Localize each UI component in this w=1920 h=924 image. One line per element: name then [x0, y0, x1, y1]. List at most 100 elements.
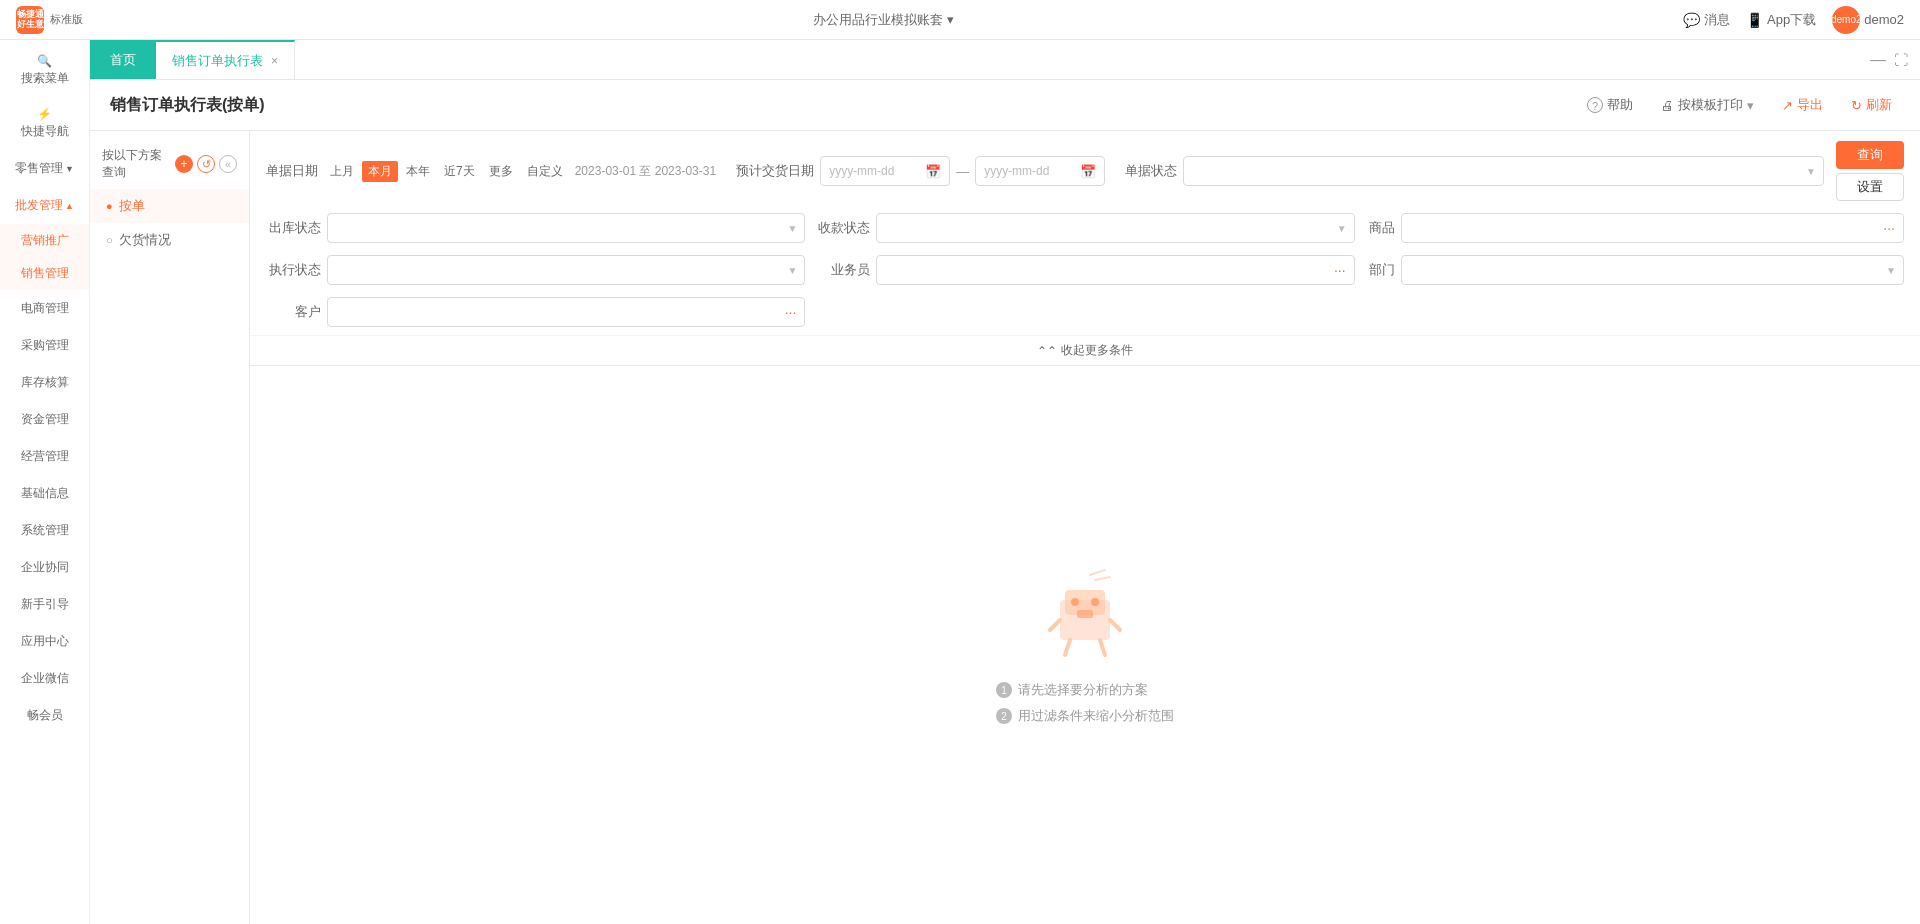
execution-status-select[interactable]: [327, 255, 805, 285]
expected-date-end[interactable]: yyyy-mm-dd 📅: [975, 156, 1105, 186]
date-tab-thismonth[interactable]: 本月: [362, 161, 398, 182]
delivery-status-block: 出库状态 ▼: [266, 213, 805, 243]
sidebar-item-operations[interactable]: 经营管理: [0, 438, 89, 475]
salesperson-label: 业务员: [815, 261, 870, 279]
minimize-btn[interactable]: —: [1870, 51, 1886, 69]
date-tab-lastmonth[interactable]: 上月: [324, 161, 360, 182]
logo-area: 畅捷通好生意 标准版: [16, 6, 83, 34]
page-wrapper: 销售订单执行表(按单) ? 帮助 🖨 按模板打印 ▾ ↗: [90, 80, 1920, 924]
query-btn-group: 查询 设置: [1836, 141, 1904, 201]
sidebar-item-ecommerce[interactable]: 电商管理: [0, 290, 89, 327]
tab-close-icon[interactable]: ×: [271, 54, 278, 68]
sidebar-item-inventory[interactable]: 库存核算: [0, 364, 89, 401]
app-download-btn[interactable]: 📱 App下载: [1746, 11, 1816, 29]
filter-row-4: 客户 ···: [250, 291, 1920, 335]
schema-add-btn[interactable]: +: [175, 155, 193, 173]
message-icon: 💬: [1683, 12, 1700, 28]
calendar-end-icon: 📅: [1080, 164, 1096, 179]
execution-status-label: 执行状态: [266, 261, 321, 279]
sidebar-item-search[interactable]: 🔍 搜索菜单: [0, 44, 89, 97]
svg-point-3: [1091, 598, 1099, 606]
empty-tip-2: 2 用过滤条件来缩小分析范围: [996, 707, 1174, 725]
schema-item-icon: ●: [106, 200, 113, 212]
svg-point-2: [1071, 598, 1079, 606]
date-tab-thisyear[interactable]: 本年: [400, 161, 436, 182]
sidebar-item-basic-info[interactable]: 基础信息: [0, 475, 89, 512]
salesperson-picker-btn[interactable]: ···: [1334, 262, 1346, 278]
page-header: 销售订单执行表(按单) ? 帮助 🖨 按模板打印 ▾ ↗: [90, 80, 1920, 131]
page-actions: ? 帮助 🖨 按模板打印 ▾ ↗ 导出 ↻: [1579, 92, 1900, 118]
sidebar-item-purchase[interactable]: 采购管理: [0, 327, 89, 364]
filter-row-3: 执行状态 ▼ 业务员: [250, 249, 1920, 291]
date-tab-custom[interactable]: 自定义: [521, 161, 569, 182]
content-split: 按以下方案查询 + ↺ « ● 按单 ○: [90, 131, 1920, 924]
sidebar-item-wholesale[interactable]: 批发管理 ▲: [0, 187, 89, 224]
filter-section: 单据日期 上月 本月 本年 近7天 更多 自定义: [250, 131, 1920, 366]
collapse-icon: ⌃⌃: [1037, 344, 1057, 358]
refresh-btn[interactable]: ↻ 刷新: [1843, 92, 1900, 118]
print-btn[interactable]: 🖨 按模板打印 ▾: [1653, 92, 1762, 118]
export-btn[interactable]: ↗ 导出: [1774, 92, 1831, 118]
filter-date-block: 单据日期 上月 本月 本年 近7天 更多 自定义: [266, 161, 716, 182]
execution-status-block: 执行状态 ▼: [266, 255, 805, 285]
message-btn[interactable]: 💬 消息: [1683, 11, 1730, 29]
sidebar-item-enterprise[interactable]: 企业协同: [0, 549, 89, 586]
schema-reset-btn[interactable]: ↺: [197, 155, 215, 173]
empty-tip-1: 1 请先选择要分析的方案: [996, 681, 1174, 699]
tab-home[interactable]: 首页: [90, 40, 156, 79]
customer-picker-btn[interactable]: ···: [785, 304, 797, 320]
empty-illustration: [1035, 565, 1135, 665]
maximize-btn[interactable]: ⛶: [1894, 52, 1908, 68]
sidebar-item-app-center[interactable]: 应用中心: [0, 623, 89, 660]
page-title: 销售订单执行表(按单): [110, 95, 265, 116]
industry-selector[interactable]: 办公用品行业模拟账套 ▾: [813, 11, 954, 29]
filter-status-block: 单据状态 ▼: [1125, 156, 1824, 186]
delivery-status-select[interactable]: [327, 213, 805, 243]
right-content: 首页 销售订单执行表 × — ⛶ 销售订单执行表(按单): [90, 40, 1920, 924]
schema-collapse-btn[interactable]: «: [219, 155, 237, 173]
sidebar-item-quick-nav[interactable]: ⚡ 快捷导航: [0, 97, 89, 150]
top-bar-left: 畅捷通好生意 标准版: [16, 6, 83, 34]
tab-sales-order[interactable]: 销售订单执行表 ×: [156, 40, 295, 79]
svg-line-8: [1100, 640, 1105, 655]
user-avatar-btn[interactable]: demo2 demo2: [1832, 6, 1904, 34]
sidebar-wholesale-sub: 营销推广 销售管理: [0, 224, 89, 290]
query-button[interactable]: 查询: [1836, 141, 1904, 169]
top-bar: 畅捷通好生意 标准版 办公用品行业模拟账套 ▾ 💬 消息 📱 App下载: [0, 0, 1920, 40]
schema-item-icon2: ○: [106, 234, 113, 246]
sidebar-item-guide[interactable]: 新手引导: [0, 586, 89, 623]
filter-row-2: 出库状态 ▼ 收款状态: [250, 207, 1920, 249]
export-icon: ↗: [1782, 98, 1793, 113]
svg-line-6: [1110, 620, 1120, 630]
product-picker-btn[interactable]: ···: [1883, 220, 1895, 236]
tab-bar: 首页 销售订单执行表 × — ⛶: [90, 40, 1920, 80]
help-btn[interactable]: ? 帮助: [1579, 92, 1641, 118]
department-select[interactable]: [1401, 255, 1904, 285]
sidebar-item-sales-mgmt[interactable]: 销售管理: [0, 257, 89, 290]
svg-line-10: [1095, 577, 1110, 580]
sidebar-item-member[interactable]: 畅会员: [0, 697, 89, 734]
filter-expected-date-block: 预计交货日期 yyyy-mm-dd 📅 — yyyy-mm-dd 📅: [736, 156, 1105, 186]
avatar: demo2: [1832, 6, 1860, 34]
schema-item-shortage[interactable]: ○ 欠货情况: [90, 223, 249, 257]
sidebar-item-finance[interactable]: 资金管理: [0, 401, 89, 438]
customer-block: 客户 ···: [266, 297, 805, 327]
expected-date-label: 预计交货日期: [736, 162, 814, 180]
sidebar-item-system[interactable]: 系统管理: [0, 512, 89, 549]
sidebar: 🔍 搜索菜单 ⚡ 快捷导航 零售管理 ▼ 批发管理 ▲ 营销推广 销售管理 电商…: [0, 40, 90, 924]
sidebar-item-marketing[interactable]: 营销推广: [0, 224, 89, 257]
settings-button[interactable]: 设置: [1836, 173, 1904, 201]
product-block: 商品 ···: [1365, 213, 1904, 243]
filter-row-1: 单据日期 上月 本月 本年 近7天 更多 自定义: [250, 131, 1920, 207]
date-tab-more[interactable]: 更多: [483, 161, 519, 182]
date-tab-7days[interactable]: 近7天: [438, 161, 481, 182]
receipt-status-select[interactable]: [876, 213, 1354, 243]
sidebar-item-retail[interactable]: 零售管理 ▼: [0, 150, 89, 187]
sidebar-item-wechat[interactable]: 企业微信: [0, 660, 89, 697]
svg-line-5: [1050, 620, 1060, 630]
schema-item-order[interactable]: ● 按单: [90, 189, 249, 223]
status-select[interactable]: [1183, 156, 1824, 186]
collapse-btn[interactable]: ⌃⌃ 收起更多条件: [1037, 342, 1133, 359]
status-select-wrapper: ▼: [1183, 156, 1824, 186]
expected-date-start[interactable]: yyyy-mm-dd 📅: [820, 156, 950, 186]
